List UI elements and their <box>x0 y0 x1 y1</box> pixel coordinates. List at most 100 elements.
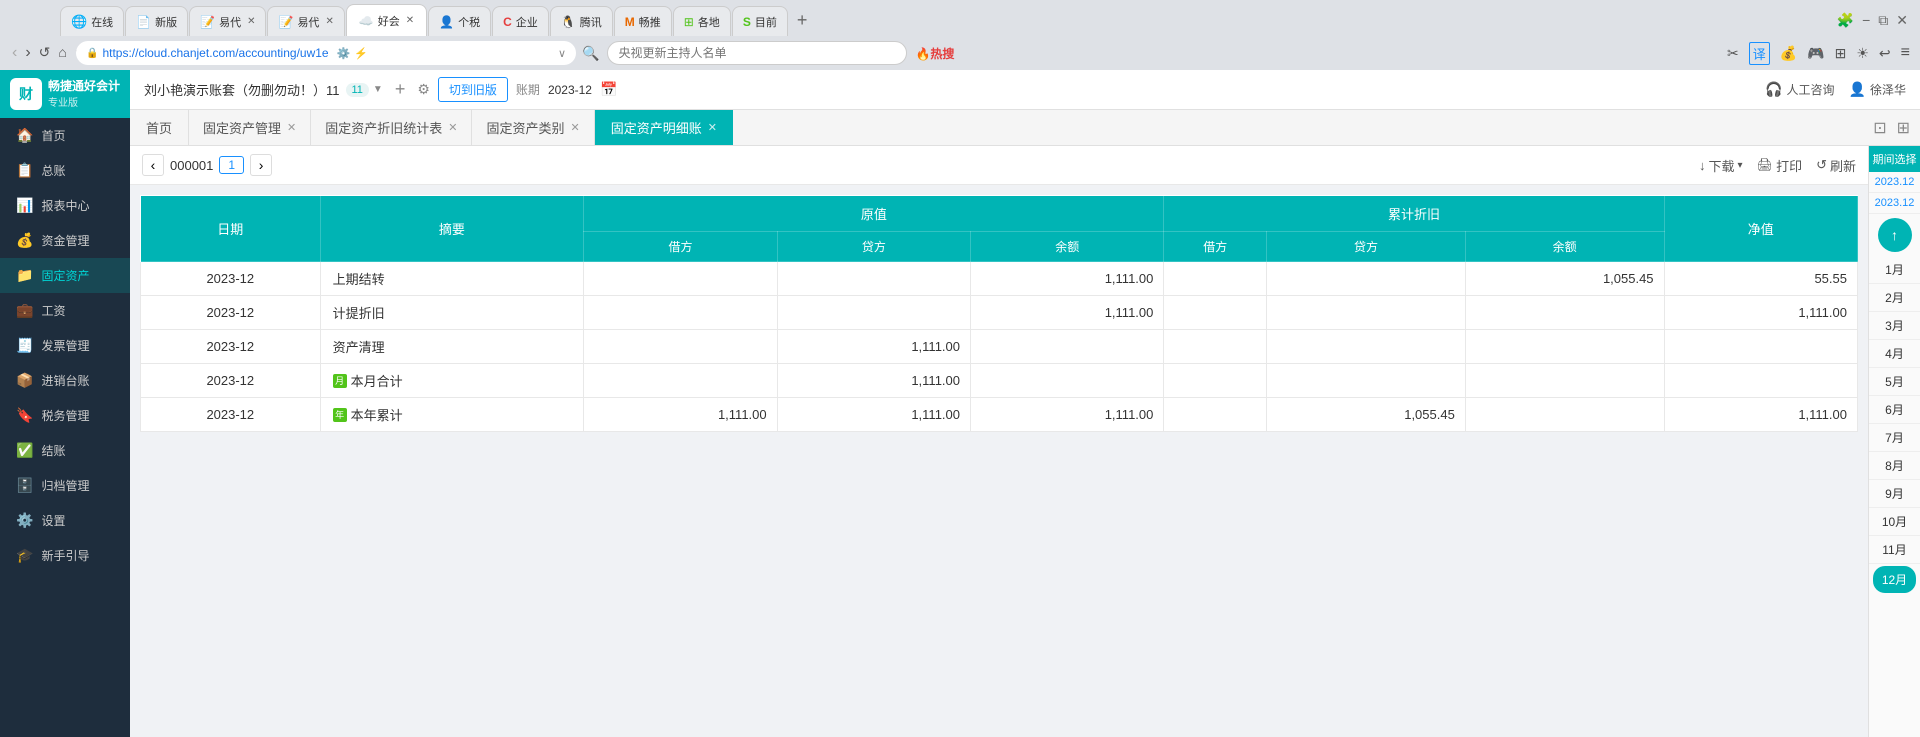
settings-btn[interactable]: ⚙ <box>417 81 430 98</box>
panel-maximize-icon[interactable]: ⊞ <box>1897 118 1910 138</box>
month-item-7[interactable]: 7月 <box>1869 424 1920 452</box>
address-bar[interactable]: 🔒 https://cloud.chanjet.com/accounting/u… <box>76 41 576 65</box>
month-item-10[interactable]: 10月 <box>1869 508 1920 536</box>
switch-version-btn[interactable]: 切到旧版 <box>438 77 508 102</box>
account-name: 刘小艳演示账套（勿删勿动！）11 <box>144 80 340 99</box>
game-icon[interactable]: 🎮 <box>1807 45 1824 62</box>
tab-close-icon[interactable]: ✕ <box>448 121 457 134</box>
window-restore[interactable]: ⧉ <box>1878 12 1888 29</box>
pagination-controls: ‹ 000001 1 › <box>142 154 272 176</box>
month-item-11[interactable]: 11月 <box>1869 536 1920 564</box>
tab-close-icon[interactable]: ✕ <box>571 121 580 134</box>
tab-home[interactable]: 首页 <box>130 110 189 145</box>
month-item-1[interactable]: 1月 <box>1869 256 1920 284</box>
address-dropdown[interactable]: ∨ <box>558 47 566 60</box>
tab-online-label: 在线 <box>91 14 113 30</box>
table-row[interactable]: 2023-12 计提折旧 1,111.00 1,111.00 <box>141 296 1858 330</box>
translate-icon[interactable]: 译 <box>1749 42 1770 65</box>
add-account-btn[interactable]: + <box>391 79 410 100</box>
panel-minimize-icon[interactable]: ⊡ <box>1873 118 1886 138</box>
period-date-2[interactable]: 2023.12 <box>1869 193 1920 214</box>
search-input[interactable] <box>607 41 907 65</box>
sidebar-item-settings[interactable]: ⚙️ 设置 <box>0 503 130 538</box>
support-btn[interactable]: 🎧 人工咨询 <box>1765 81 1834 98</box>
undo-icon[interactable]: ↩ <box>1879 45 1891 62</box>
download-btn[interactable]: ↓ 下载 ▾ <box>1699 156 1743 175</box>
wallet-icon[interactable]: 💰 <box>1780 45 1797 62</box>
more-icon[interactable]: ≡ <box>1901 44 1910 62</box>
row5-orig-credit: 1,111.00 <box>777 398 970 432</box>
tab-close-icon[interactable]: ✕ <box>406 15 414 26</box>
sidebar-item-home[interactable]: 🏠 首页 <box>0 118 130 153</box>
tab-close-icon[interactable]: ✕ <box>247 16 255 27</box>
sidebar-item-invoice[interactable]: 🧾 发票管理 <box>0 328 130 363</box>
browser-tab-yidai2[interactable]: 📝 易代 ✕ <box>267 6 344 36</box>
cut-icon[interactable]: ✂ <box>1727 45 1739 62</box>
sidebar-item-archive[interactable]: 🗄️ 归档管理 <box>0 468 130 503</box>
browser-forward-btn[interactable]: › <box>23 42 32 64</box>
col-accum-credit: 贷方 <box>1267 232 1466 262</box>
app-name: 畅捷通好会计 <box>48 79 120 95</box>
tab-fixed-depreciation[interactable]: 固定资产折旧统计表 ✕ <box>311 110 472 145</box>
calendar-icon[interactable]: 📅 <box>600 81 617 98</box>
browser-tab-tax[interactable]: 👤 个税 <box>428 6 491 36</box>
row3-accum-credit <box>1267 330 1466 364</box>
scroll-up-btn[interactable]: ↑ <box>1878 218 1912 252</box>
browser-tab-active[interactable]: ☁️ 好会 ✕ <box>346 4 427 36</box>
sidebar-item-settlement[interactable]: ✅ 结账 <box>0 433 130 468</box>
month-item-6[interactable]: 6月 <box>1869 396 1920 424</box>
browser-home-btn[interactable]: ⌂ <box>56 42 68 64</box>
search-container: 🔍 🔥热搜 <box>582 41 1721 65</box>
refresh-btn[interactable]: ↺ 刷新 <box>1816 156 1856 175</box>
tab-fixed-category[interactable]: 固定资产类别 ✕ <box>472 110 594 145</box>
browser-tab-locations[interactable]: ⊞ 各地 <box>673 6 731 36</box>
table-row[interactable]: 2023-12 年 本年累计 1,111.00 1,111.00 1,111.0 <box>141 398 1858 432</box>
table-row[interactable]: 2023-12 月 本月合计 1,111.00 <box>141 364 1858 398</box>
tab-close-icon[interactable]: ✕ <box>287 121 296 134</box>
user-avatar[interactable]: 👤 徐泽华 <box>1849 81 1906 98</box>
browser-tab-new[interactable]: 📄 新版 <box>125 6 188 36</box>
tab-close-icon[interactable]: ✕ <box>708 121 717 134</box>
month-item-8[interactable]: 8月 <box>1869 452 1920 480</box>
sidebar-item-ledger[interactable]: 📋 总账 <box>0 153 130 188</box>
print-btn[interactable]: 🖨 打印 <box>1757 156 1803 175</box>
month-item-2[interactable]: 2月 <box>1869 284 1920 312</box>
brightness-icon[interactable]: ☀ <box>1856 45 1869 62</box>
tab-fixed-mgmt[interactable]: 固定资产管理 ✕ <box>189 110 311 145</box>
grid-icon[interactable]: ⊞ <box>1835 45 1847 62</box>
browser-tab-yidai1[interactable]: 📝 易代 ✕ <box>189 6 266 36</box>
month-item-12[interactable]: 12月 <box>1873 566 1916 593</box>
sidebar-item-reports[interactable]: 📊 报表中心 <box>0 188 130 223</box>
month-item-4[interactable]: 4月 <box>1869 340 1920 368</box>
tab-add-button[interactable]: + <box>789 10 816 31</box>
browser-tab-current[interactable]: S 目前 <box>732 6 788 36</box>
page-next-btn[interactable]: › <box>250 154 272 176</box>
sidebar-item-guide[interactable]: 🎓 新手引导 <box>0 538 130 573</box>
page-prev-btn[interactable]: ‹ <box>142 154 164 176</box>
sidebar-item-tax[interactable]: 🔖 税务管理 <box>0 398 130 433</box>
window-minimize[interactable]: − <box>1862 12 1870 28</box>
month-item-9[interactable]: 9月 <box>1869 480 1920 508</box>
browser-tab-tencent[interactable]: 🐧 腾讯 <box>550 6 613 36</box>
browser-back-btn[interactable]: ‹ <box>10 42 19 64</box>
sidebar-item-funds[interactable]: 💰 资金管理 <box>0 223 130 258</box>
sidebar-item-fixed[interactable]: 📁 固定资产 <box>0 258 130 293</box>
browser-refresh-btn[interactable]: ↺ <box>37 42 53 64</box>
month-item-3[interactable]: 3月 <box>1869 312 1920 340</box>
invoice-icon: 🧾 <box>16 337 33 354</box>
table-row[interactable]: 2023-12 资产清理 1,111.00 <box>141 330 1858 364</box>
sidebar-item-salary[interactable]: 💼 工资 <box>0 293 130 328</box>
tab-close-icon[interactable]: ✕ <box>325 16 333 27</box>
row1-orig-balance: 1,111.00 <box>971 262 1164 296</box>
month-item-5[interactable]: 5月 <box>1869 368 1920 396</box>
browser-tab-push[interactable]: M 畅推 <box>614 6 672 36</box>
browser-tab-online[interactable]: 🌐 在线 <box>60 6 124 36</box>
account-selector[interactable]: 刘小艳演示账套（勿删勿动！）11 11 ▼ <box>144 80 383 99</box>
window-close[interactable]: ✕ <box>1896 12 1908 29</box>
sidebar-item-inventory[interactable]: 📦 进销台账 <box>0 363 130 398</box>
table-row[interactable]: 2023-12 上期结转 1,111.00 1,055.45 55.55 <box>141 262 1858 296</box>
browser-tab-enterprise[interactable]: C 企业 <box>492 6 549 36</box>
period-date-1[interactable]: 2023.12 <box>1869 172 1920 193</box>
tab-fixed-ledger[interactable]: 固定资产明细账 ✕ <box>595 110 733 145</box>
row4-orig-balance <box>971 364 1164 398</box>
